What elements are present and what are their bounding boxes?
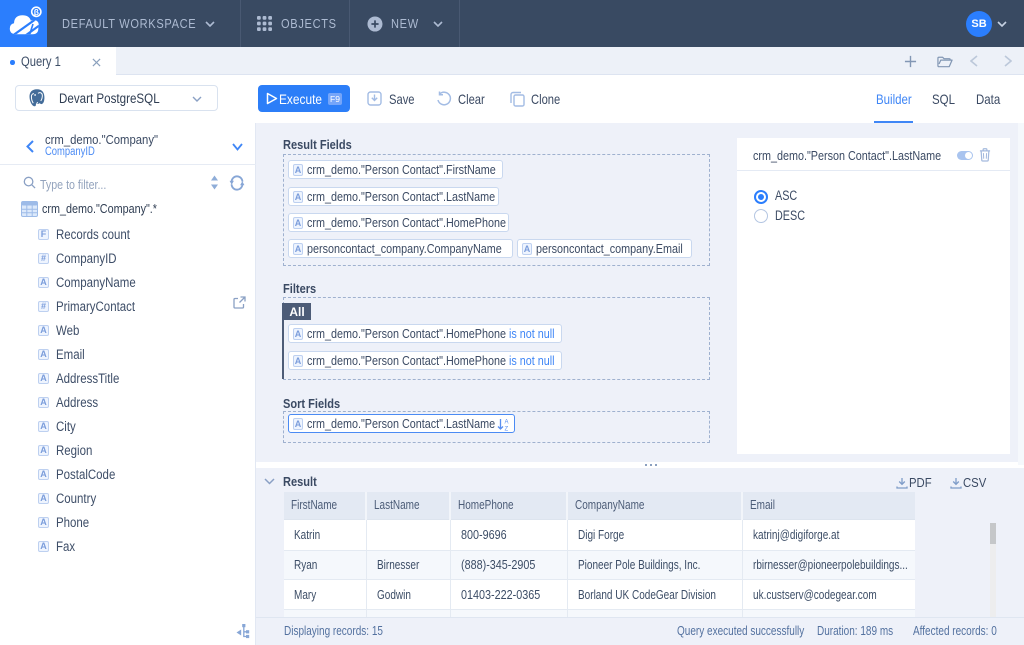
svg-text:Z: Z bbox=[505, 427, 509, 432]
svg-text:A: A bbox=[505, 420, 509, 426]
svg-text:β: β bbox=[34, 7, 39, 17]
